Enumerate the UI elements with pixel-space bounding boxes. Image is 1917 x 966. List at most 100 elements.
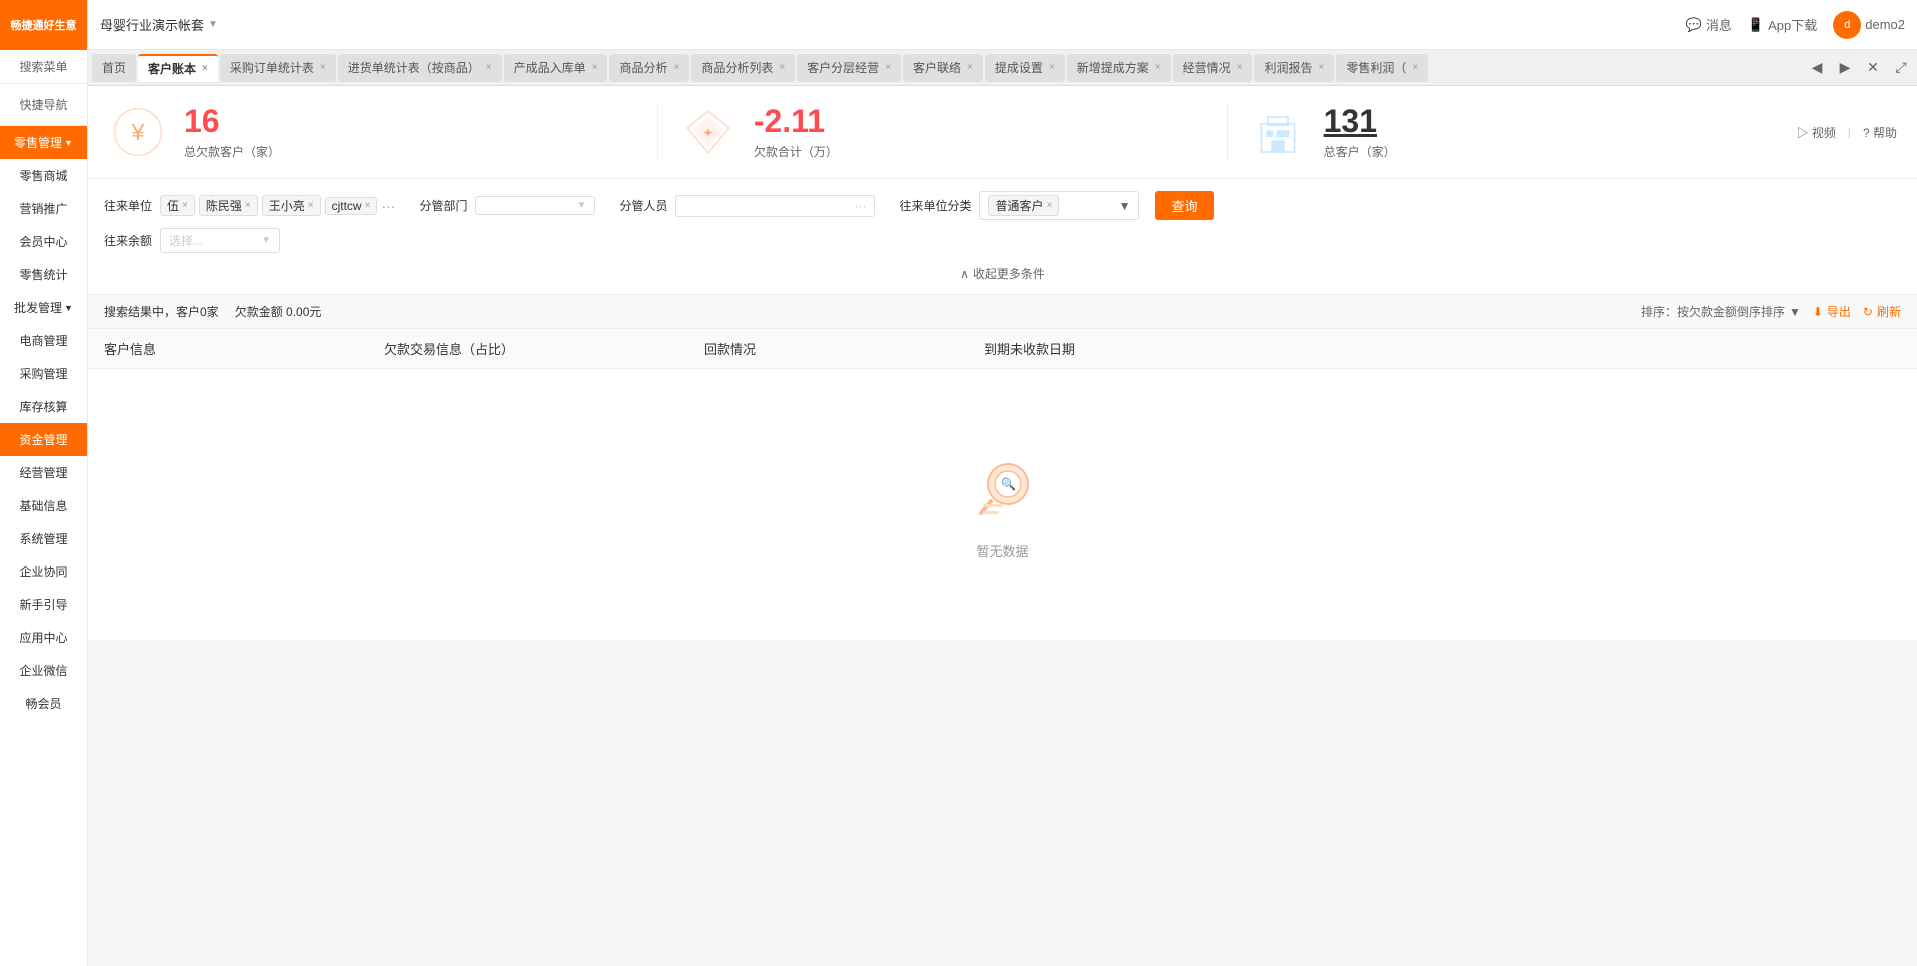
tab-home[interactable]: 首页	[92, 54, 136, 82]
stat-info-overdue: 16 总欠款客户（家）	[184, 104, 280, 160]
stats-bar: ¥ 16 总欠款客户（家） ✦ -2.11	[88, 86, 1917, 179]
tab-customer-account[interactable]: 客户账本 ×	[138, 54, 218, 82]
sidebar-item-member-center[interactable]: 会员中心	[0, 225, 87, 258]
tab-retail-profit[interactable]: 零售利润（ ×	[1336, 54, 1428, 82]
sidebar-item-purchase[interactable]: 采购管理	[0, 357, 87, 390]
sidebar-item-search[interactable]: 搜索菜单	[0, 50, 87, 84]
page-content: ¥ 16 总欠款客户（家） ✦ -2.11	[88, 86, 1917, 966]
svg-text:🔍: 🔍	[1001, 476, 1016, 491]
tab-close-commission-settings[interactable]: ×	[1049, 62, 1055, 73]
sidebar-item-wechat[interactable]: 企业微信	[0, 654, 87, 687]
col-header-due-date: 到期未收款日期	[984, 339, 1901, 358]
sidebar-item-wholesale[interactable]: 批发管理 ▼	[0, 291, 87, 324]
col-header-payment: 回款情况	[704, 339, 984, 358]
sidebar-item-app-center[interactable]: 应用中心	[0, 621, 87, 654]
tab-production[interactable]: 产成品入库单 ×	[504, 54, 608, 82]
sidebar-item-operations[interactable]: 经营管理	[0, 456, 87, 489]
tab-close-profit-report[interactable]: ×	[1318, 62, 1324, 73]
tab-customer-contact[interactable]: 客户联络 ×	[903, 54, 983, 82]
filter-row-2: 往来余额 选择... ▼	[104, 228, 1901, 253]
result-bar: 搜索结果中，客户0家 欠款金额 0.00元 排序：按欠款金额倒序排序 ▼ ⬇ 导…	[88, 295, 1917, 329]
tab-close-customer-contact[interactable]: ×	[967, 62, 973, 73]
tab-close-product-analysis-list[interactable]: ×	[779, 62, 785, 73]
topbar-left: 母婴行业演示帐套 ▼	[100, 15, 218, 34]
stat-label-overdue-customers: 总欠款客户（家）	[184, 143, 280, 160]
tab-close-product-analysis[interactable]: ×	[673, 62, 679, 73]
filter-people-label: 分管人员	[619, 197, 667, 214]
tab-close-customer-account[interactable]: ×	[202, 63, 208, 74]
tab-product-analysis[interactable]: 商品分析 ×	[609, 54, 689, 82]
tab-close-inventory-stats[interactable]: ×	[486, 62, 492, 73]
user-menu-btn[interactable]: d demo2	[1833, 11, 1905, 39]
filter-type-select[interactable]: 普通客户 × ▼	[979, 191, 1139, 220]
sidebar-item-retail-stats[interactable]: 零售统计	[0, 258, 87, 291]
filter-tag-close-3[interactable]: ×	[308, 200, 314, 211]
tab-purchase-order[interactable]: 采购订单统计表 ×	[220, 54, 336, 82]
tab-product-analysis-list[interactable]: 商品分析列表 ×	[691, 54, 795, 82]
sidebar-item-guide[interactable]: 新手引导	[0, 588, 87, 621]
tab-close-customer-layer[interactable]: ×	[885, 62, 891, 73]
messages-btn[interactable]: 💬 消息	[1686, 15, 1732, 34]
filter-people-select[interactable]: ···	[675, 195, 875, 217]
filter-tag-close-1[interactable]: ×	[182, 200, 188, 211]
query-button[interactable]: 查询	[1155, 191, 1213, 220]
sort-label-text: 排序：按欠款金额倒序排序	[1641, 303, 1785, 320]
tab-customer-layer[interactable]: 客户分层经营 ×	[797, 54, 901, 82]
workspace-selector[interactable]: 母婴行业演示帐套 ▼	[100, 15, 218, 34]
sidebar-item-quicknav[interactable]: 快捷导航	[0, 84, 87, 126]
filter-tag-close-type-1[interactable]: ×	[1047, 200, 1053, 211]
sidebar-item-marketing[interactable]: 营销推广	[0, 192, 87, 225]
play-icon: ▷	[1796, 126, 1808, 140]
message-icon: 💬	[1686, 17, 1702, 33]
sidebar-item-finance[interactable]: 资金管理	[0, 423, 87, 456]
tab-close-production[interactable]: ×	[592, 62, 598, 73]
filter-tag-type-1: 普通客户 ×	[988, 195, 1059, 216]
tab-close-new-commission[interactable]: ×	[1155, 62, 1161, 73]
sidebar-item-member[interactable]: 畅会员	[0, 687, 87, 720]
tab-profit-report[interactable]: 利润报告 ×	[1254, 54, 1334, 82]
people-expand-icon: ···	[854, 199, 866, 213]
tab-close-retail-profit[interactable]: ×	[1412, 62, 1418, 73]
filter-tag-close-2[interactable]: ×	[245, 200, 251, 211]
tab-expand-btn[interactable]: ⤢	[1889, 56, 1913, 80]
sidebar-item-enterprise[interactable]: 企业协同	[0, 555, 87, 588]
filter-tag-close-4[interactable]: ×	[365, 200, 371, 211]
stat-value-overdue-customers: 16	[184, 104, 280, 139]
sidebar-item-quicknav-label[interactable]: 快捷导航	[0, 90, 87, 119]
video-btn[interactable]: ▷ 视频	[1796, 124, 1835, 141]
tab-inventory-stats[interactable]: 进货单统计表（按商品） ×	[338, 54, 502, 82]
export-btn[interactable]: ⬇ 导出	[1813, 303, 1851, 320]
sidebar-item-retail-mall[interactable]: 零售商城	[0, 159, 87, 192]
tab-prev-btn[interactable]: ◀	[1805, 56, 1829, 80]
tab-commission-settings[interactable]: 提成设置 ×	[985, 54, 1065, 82]
tab-operations[interactable]: 经营情况 ×	[1173, 54, 1253, 82]
result-left: 搜索结果中，客户0家 欠款金额 0.00元	[104, 303, 321, 320]
collapse-btn[interactable]: ∧ 收起更多条件	[104, 265, 1901, 282]
balance-select-arrow-icon: ▼	[261, 235, 271, 246]
sidebar-item-ecommerce[interactable]: 电商管理	[0, 324, 87, 357]
tab-close-purchase-order[interactable]: ×	[320, 62, 326, 73]
tab-controls: ◀ ▶ ✕ ⤢	[1805, 56, 1913, 80]
sidebar-item-basic-info[interactable]: 基础信息	[0, 489, 87, 522]
tab-close-operations[interactable]: ×	[1237, 62, 1243, 73]
search-result-text: 搜索结果中，客户0家	[104, 303, 219, 320]
refresh-btn[interactable]: ↻ 刷新	[1863, 303, 1901, 320]
app-download-btn[interactable]: 📱 App下载	[1748, 15, 1817, 34]
more-units-btn[interactable]: ···	[381, 198, 395, 214]
sidebar-item-inventory[interactable]: 库存核算	[0, 390, 87, 423]
col-header-customer: 客户信息	[104, 339, 384, 358]
tab-close-all-btn[interactable]: ✕	[1861, 56, 1885, 80]
tab-new-commission[interactable]: 新增提成方案 ×	[1067, 54, 1171, 82]
filter-dept-select[interactable]: ▼	[475, 196, 595, 215]
sidebar-item-retail-mgmt[interactable]: 零售管理 ▼	[0, 126, 87, 159]
stat-info-total-customers: 131 总客户（家）	[1324, 104, 1396, 160]
help-btn[interactable]: ? 帮助	[1863, 124, 1897, 141]
tab-next-btn[interactable]: ▶	[1833, 56, 1857, 80]
avatar: d	[1833, 11, 1861, 39]
sidebar-item-system[interactable]: 系统管理	[0, 522, 87, 555]
stat-overdue-customers: ¥ 16 总欠款客户（家）	[108, 102, 658, 162]
sort-btn[interactable]: 排序：按欠款金额倒序排序 ▼	[1641, 303, 1801, 320]
svg-text:✦: ✦	[702, 126, 713, 141]
filter-balance-select[interactable]: 选择... ▼	[160, 228, 280, 253]
filter-unit-tags: 伍 × 陈民强 × 王小亮 × cjttcw × ···	[160, 195, 395, 216]
